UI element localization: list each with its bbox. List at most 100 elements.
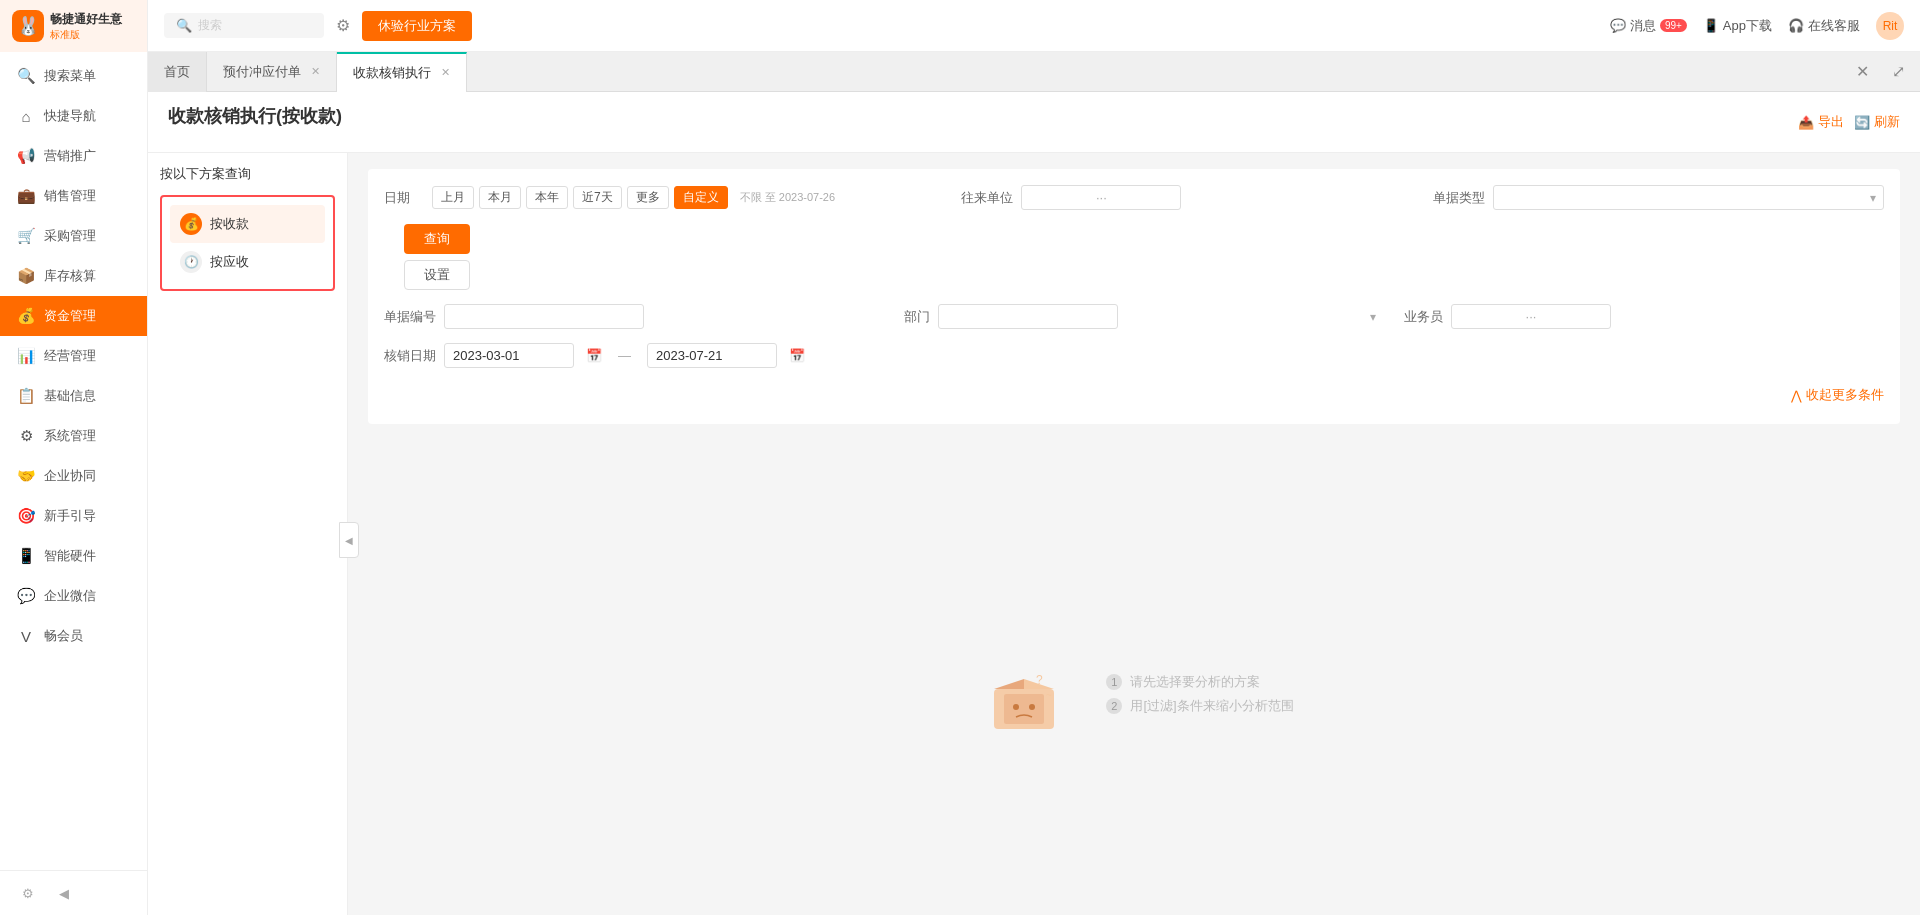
sidebar-item-enterprise[interactable]: 🤝企业协同 — [0, 456, 147, 496]
online-service-btn[interactable]: 🎧 在线客服 — [1788, 17, 1860, 35]
sidebar-item-wechat[interactable]: 💬企业微信 — [0, 576, 147, 616]
empty-text-area: 1 请先选择要分析的方案 2 用[过滤]条件来缩小分析范围 — [1106, 673, 1293, 715]
export-icon: 📤 — [1798, 115, 1814, 130]
svg-marker-1 — [994, 679, 1024, 689]
date-btn-more[interactable]: 更多 — [627, 186, 669, 209]
sidebar: 🐰 畅捷通好生意 标准版 🔍搜索菜单⌂快捷导航📢营销推广 💼 销售管理 🛒采购管理📦库… — [0, 0, 148, 915]
industry-solution-btn[interactable]: 休验行业方案 — [362, 11, 472, 41]
search-icon: 🔍 — [176, 18, 192, 33]
prepay-tab-close[interactable]: ✕ — [311, 65, 320, 78]
sidebar-collapse-icon[interactable]: ◀ — [52, 881, 76, 905]
tab-home[interactable]: 首页 — [148, 52, 207, 92]
sidebar-item-basics[interactable]: 📋 基础信息 — [0, 376, 147, 416]
dept-filter: 部门 — [884, 304, 1384, 329]
settings-btn[interactable]: 设置 — [404, 260, 470, 290]
app-icon: 📱 — [1703, 18, 1719, 33]
sidebar-item-system[interactable]: ⚙系统管理 — [0, 416, 147, 456]
verify-date-start-calendar[interactable]: 📅 — [586, 348, 602, 363]
collection-tab-close[interactable]: ✕ — [441, 66, 450, 79]
counterpart-label: 往来单位 — [961, 189, 1013, 207]
sidebar-item-search[interactable]: 🔍搜索菜单 — [0, 56, 147, 96]
topbar-search[interactable]: 🔍 搜索 — [164, 13, 324, 38]
verify-date-start[interactable] — [444, 343, 574, 368]
tab-expand-btn[interactable]: ⤢ — [1884, 58, 1912, 86]
sidebar-item-marketing[interactable]: 📢营销推广 — [0, 136, 147, 176]
export-btn[interactable]: 📤 导出 — [1798, 113, 1844, 131]
empty-step1: 1 请先选择要分析的方案 — [1106, 673, 1260, 691]
collapse-filter-btn[interactable]: ⋀ 收起更多条件 — [1791, 382, 1884, 408]
staff-label: 业务员 — [1404, 308, 1443, 326]
date-btn-custom[interactable]: 自定义 — [674, 186, 728, 209]
sales-icon: 💼 — [16, 186, 36, 206]
guide-label: 新手引导 — [44, 507, 96, 525]
topbar: 🔍 搜索 ⚙ 休验行业方案 💬 消息 99+ 📱 App下载 🎧 在线客服 Ri… — [148, 0, 1920, 52]
logo-name: 畅捷通好生意 — [50, 11, 122, 28]
sidebar-item-member[interactable]: V畅会员 — [0, 616, 147, 656]
date-btn-this-month[interactable]: 本月 — [479, 186, 521, 209]
system-icon: ⚙ — [16, 426, 36, 446]
verify-date-filter: 核销日期 📅 — 📅 — [384, 343, 1884, 368]
content-area: 按以下方案查询 💰 按收款 🕐 按应收 ◀ — [148, 153, 1920, 915]
date-hint: 不限 至 2023-07-26 — [740, 190, 835, 205]
message-btn[interactable]: 💬 消息 99+ — [1610, 17, 1687, 35]
basics-icon: 📋 — [16, 386, 36, 406]
left-panel-collapse-btn[interactable]: ◀ — [339, 522, 359, 558]
empty-svg: ? ~ — [974, 649, 1074, 739]
query-by-receivable[interactable]: 🕐 按应收 — [170, 243, 325, 281]
sales-label: 销售管理 — [44, 187, 96, 205]
purchase-label: 采购管理 — [44, 227, 96, 245]
member-label: 畅会员 — [44, 627, 83, 645]
user-avatar[interactable]: Rit — [1876, 12, 1904, 40]
tab-prepay[interactable]: 预付冲应付单 ✕ — [207, 52, 337, 92]
inventory-label: 库存核算 — [44, 267, 96, 285]
sidebar-item-purchase[interactable]: 🛒采购管理 — [0, 216, 147, 256]
tab-collection[interactable]: 收款核销执行 ✕ — [337, 52, 467, 92]
empty-state: ? ~ 1 请先选择要分析的方案 2 用[ — [368, 436, 1900, 911]
sidebar-item-operations[interactable]: 📊经营管理 — [0, 336, 147, 376]
enterprise-icon: 🤝 — [16, 466, 36, 486]
marketing-label: 营销推广 — [44, 147, 96, 165]
app-download-btn[interactable]: 📱 App下载 — [1703, 17, 1772, 35]
sidebar-item-quicknav[interactable]: ⌂快捷导航 — [0, 96, 147, 136]
svg-text:?: ? — [1036, 673, 1043, 687]
sidebar-settings-icon[interactable]: ⚙ — [16, 881, 40, 905]
sidebar-item-sales[interactable]: 💼 销售管理 — [0, 176, 147, 216]
guide-icon: 🎯 — [16, 506, 36, 526]
staff-input[interactable]: ··· — [1451, 304, 1611, 329]
verify-date-end[interactable] — [647, 343, 777, 368]
query-btn[interactable]: 查询 — [404, 224, 470, 254]
date-btn-7days[interactable]: 近7天 — [573, 186, 622, 209]
step1-num: 1 — [1106, 674, 1122, 690]
sidebar-item-finance[interactable]: 💰资金管理 — [0, 296, 147, 336]
right-content: 日期 上月 本月 本年 近7天 更多 自定义 不限 至 2023-07-26 — [348, 153, 1920, 915]
collapse-label: 收起更多条件 — [1806, 386, 1884, 404]
dept-select[interactable] — [938, 304, 1118, 329]
doctype-select[interactable] — [1493, 185, 1884, 210]
query-by-receipt[interactable]: 💰 按收款 — [170, 205, 325, 243]
basics-label: 基础信息 — [44, 387, 96, 405]
empty-step2: 2 用[过滤]条件来缩小分析范围 — [1106, 697, 1293, 715]
quicknav-label: 快捷导航 — [44, 107, 96, 125]
svg-rect-3 — [1004, 694, 1044, 724]
counterpart-input[interactable]: ··· — [1021, 185, 1181, 210]
home-tab-label: 首页 — [164, 63, 190, 81]
sidebar-item-guide[interactable]: 🎯 新手引导 — [0, 496, 147, 536]
date-btn-this-year[interactable]: 本年 — [526, 186, 568, 209]
verify-date-label: 核销日期 — [384, 347, 436, 365]
verify-date-end-calendar[interactable]: 📅 — [789, 348, 805, 363]
sidebar-item-hardware[interactable]: 📱智能硬件 — [0, 536, 147, 576]
topbar-settings-icon[interactable]: ⚙ — [336, 16, 350, 35]
refresh-btn[interactable]: 🔄 刷新 — [1854, 113, 1900, 131]
docno-label: 单据编号 — [384, 308, 436, 326]
date-btn-last-month[interactable]: 上月 — [432, 186, 474, 209]
message-badge: 99+ — [1660, 19, 1687, 32]
receipt-label: 按收款 — [210, 215, 249, 233]
step1-text: 请先选择要分析的方案 — [1130, 673, 1260, 691]
sidebar-logo: 🐰 畅捷通好生意 标准版 — [0, 0, 147, 52]
page-header: 收款核销执行(按收款) 📤 导出 🔄 刷新 — [148, 92, 1920, 153]
hardware-icon: 📱 — [16, 546, 36, 566]
docno-input[interactable] — [444, 304, 644, 329]
empty-illustration: ? ~ — [974, 649, 1074, 739]
sidebar-item-inventory[interactable]: 📦库存核算 — [0, 256, 147, 296]
tab-close-all-btn[interactable]: ✕ — [1848, 58, 1876, 86]
